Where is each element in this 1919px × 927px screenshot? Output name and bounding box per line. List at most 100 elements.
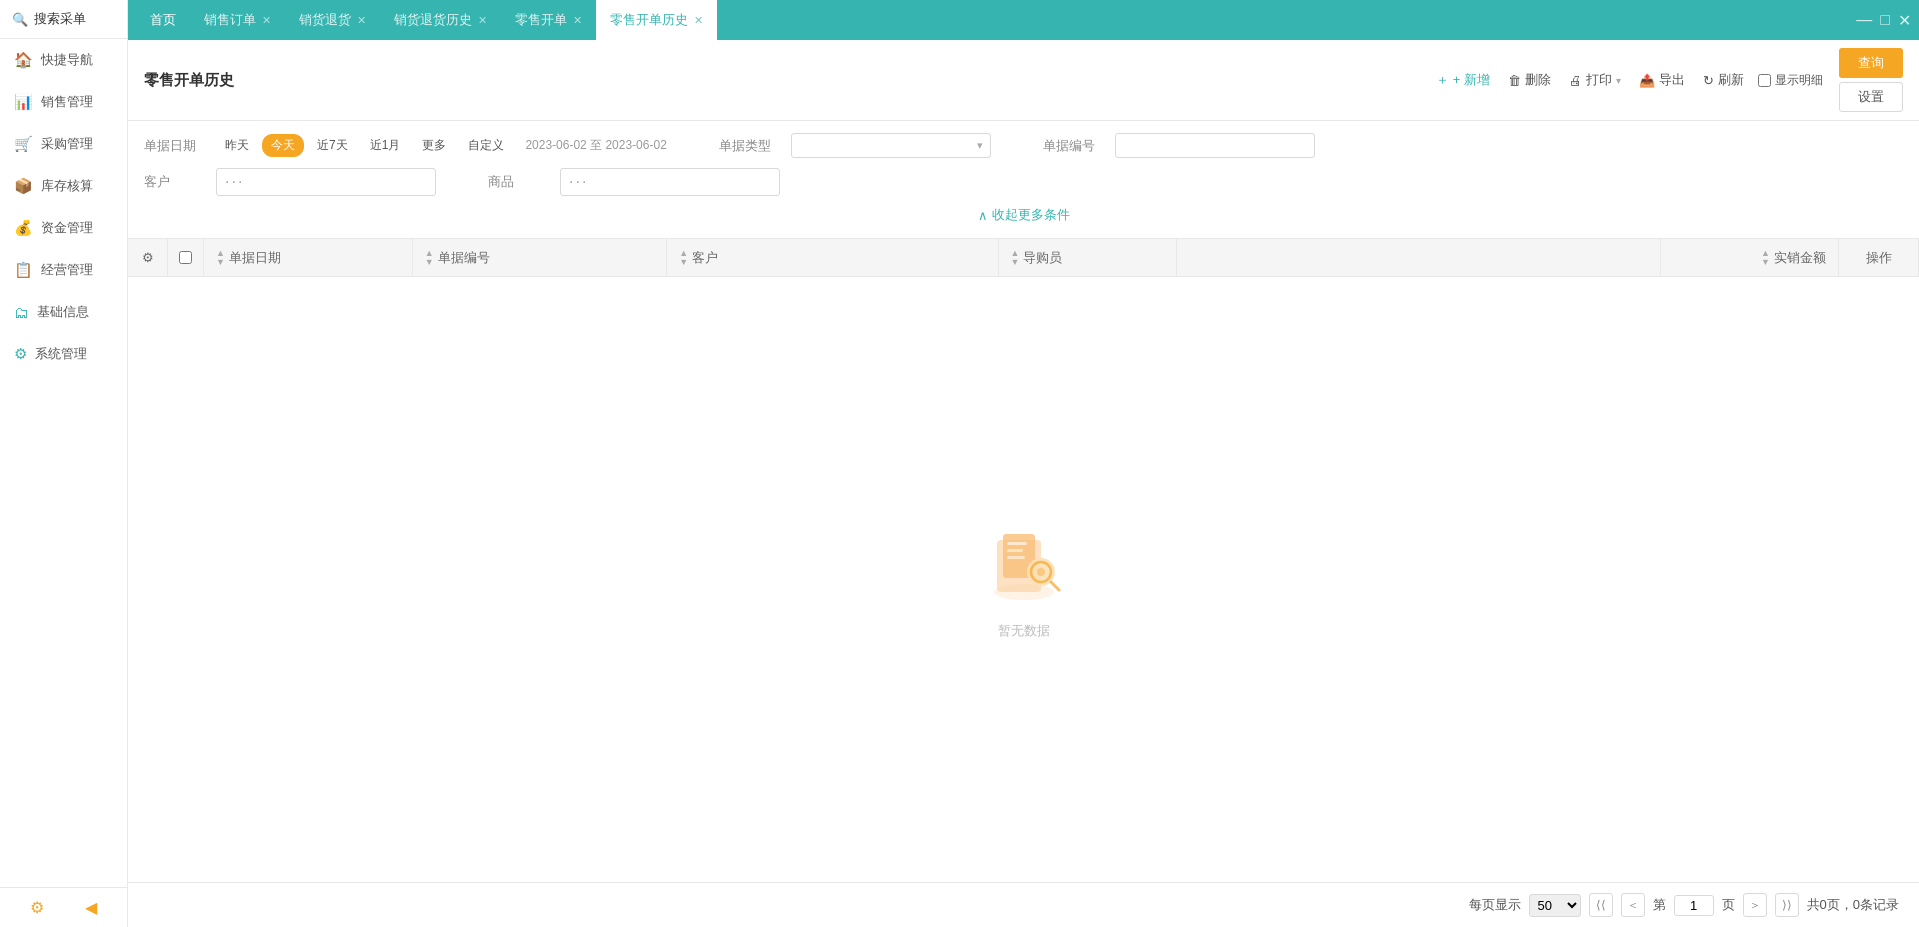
sidebar-search[interactable]: 🔍 搜索采单 (0, 0, 127, 39)
tab-home[interactable]: 首页 (136, 0, 190, 40)
refresh-icon: ↻ (1703, 73, 1714, 88)
tab-sales-return[interactable]: 销货退货✕ (285, 0, 380, 40)
last-page-button[interactable]: ⟩⟩ (1775, 893, 1799, 917)
maximize-icon[interactable]: □ (1880, 11, 1890, 29)
tab-sales-return-history[interactable]: 销货退货历史✕ (380, 0, 501, 40)
guide-sort-icon[interactable]: ▲▼ (1011, 249, 1020, 267)
query-button[interactable]: 查询 (1839, 48, 1903, 78)
date-buttons: 昨天 今天 近7天 近1月 更多 自定义 (216, 134, 513, 157)
th-guide: ▲▼ 导购员 (999, 239, 1177, 277)
tab-label-home: 首页 (150, 11, 176, 29)
goods-input[interactable]: ··· (560, 168, 780, 196)
minimize-icon[interactable]: — (1856, 11, 1872, 29)
collapse-button[interactable]: ∧ 收起更多条件 (144, 206, 1903, 224)
sidebar: 🔍 搜索采单 🏠快捷导航📊销售管理🛒采购管理📦库存核算💰资金管理📋经营管理 🗂 基础… (0, 0, 128, 927)
export-icon: 📤 (1639, 73, 1655, 88)
sidebar-item-quick-nav[interactable]: 🏠快捷导航 (0, 39, 127, 81)
sidebar-icon-basic-info: 🗂 (14, 304, 29, 321)
amount-sort-icon[interactable]: ▲▼ (1761, 249, 1770, 267)
doc-type-select[interactable] (791, 133, 991, 158)
page-label: 第 (1653, 896, 1666, 914)
page-number-input[interactable] (1674, 895, 1714, 916)
th-check[interactable] (168, 239, 204, 277)
table-header: ⚙ ▲▼ 单据日期 ▲▼ 单据编号 ▲▼ 客户 ▲▼ (128, 239, 1919, 277)
svg-rect-4 (1007, 549, 1023, 552)
doc-type-select-wrap: ▾ (791, 133, 991, 158)
display-detail-toggle[interactable]: 显示明细 (1758, 72, 1823, 89)
goods-dots: ··· (569, 173, 588, 191)
doc-num-input[interactable] (1115, 133, 1315, 158)
tab-retail-open[interactable]: 零售开单✕ (501, 0, 596, 40)
sidebar-icon-sales-mgmt: 📊 (14, 93, 33, 111)
sidebar-collapse-icon[interactable]: ◀ (85, 898, 97, 917)
print-icon: 🖨 (1569, 73, 1582, 88)
per-page-label: 每页显示 (1469, 896, 1521, 914)
sidebar-item-business[interactable]: 📋经营管理 (0, 249, 127, 291)
tab-close-sales-return[interactable]: ✕ (357, 14, 366, 27)
date-7days[interactable]: 近7天 (308, 134, 357, 157)
display-detail-checkbox[interactable] (1758, 74, 1771, 87)
sidebar-icon-sys-mgmt: ⚙ (14, 345, 27, 363)
print-button[interactable]: 🖨 打印 ▾ (1565, 69, 1625, 91)
empty-illustration (979, 520, 1069, 610)
date-more[interactable]: 更多 (413, 134, 455, 157)
sidebar-label-quick-nav: 快捷导航 (41, 51, 93, 69)
th-amount: ▲▼ 实销金额 (1661, 239, 1839, 277)
sidebar-item-purchase-mgmt[interactable]: 🛒采购管理 (0, 123, 127, 165)
goods-label: 商品 (488, 173, 548, 191)
window-buttons: — □ ✕ (1856, 11, 1911, 30)
sidebar-icon-business: 📋 (14, 261, 33, 279)
tab-close-retail-open[interactable]: ✕ (573, 14, 582, 27)
date-range-display: 2023-06-02 至 2023-06-02 (525, 137, 666, 154)
tab-close-retail-history[interactable]: ✕ (694, 14, 703, 27)
th-operation: 操作 (1839, 239, 1919, 277)
sidebar-item-inventory[interactable]: 📦库存核算 (0, 165, 127, 207)
sidebar-item-sales-mgmt[interactable]: 📊销售管理 (0, 81, 127, 123)
next-page-button[interactable]: ＞ (1743, 893, 1767, 917)
num-sort-icon[interactable]: ▲▼ (425, 249, 434, 267)
date-custom[interactable]: 自定义 (459, 134, 513, 157)
customer-sort-icon[interactable]: ▲▼ (679, 249, 688, 267)
tab-sales-order[interactable]: 销售订单✕ (190, 0, 285, 40)
settings-button[interactable]: 设置 (1839, 82, 1903, 112)
th-gear[interactable]: ⚙ (128, 239, 168, 277)
tab-retail-history[interactable]: 零售开单历史✕ (596, 0, 717, 40)
date-today[interactable]: 今天 (262, 134, 304, 157)
content-area: 单据日期 昨天 今天 近7天 近1月 更多 自定义 2023-06-02 至 2… (128, 121, 1919, 927)
sidebar-item-finance[interactable]: 💰资金管理 (0, 207, 127, 249)
delete-icon: 🗑 (1508, 73, 1521, 88)
sidebar-settings-icon[interactable]: ⚙ (30, 898, 44, 917)
tab-close-sales-return-history[interactable]: ✕ (478, 14, 487, 27)
tab-close-sales-order[interactable]: ✕ (262, 14, 271, 27)
prev-page-button[interactable]: ＜ (1621, 893, 1645, 917)
sidebar-icon-purchase-mgmt: 🛒 (14, 135, 33, 153)
th-guide-label: 导购员 (1023, 249, 1062, 267)
date-1month[interactable]: 近1月 (361, 134, 410, 157)
delete-button[interactable]: 🗑 删除 (1504, 69, 1555, 91)
filter-row-2: 客户 ··· 商品 ··· (144, 168, 1903, 196)
main-area: 首页销售订单✕销货退货✕销货退货历史✕零售开单✕零售开单历史✕ — □ ✕ 零售… (128, 0, 1919, 927)
customer-dots: ··· (225, 173, 244, 191)
date-label: 单据日期 (144, 137, 204, 155)
sidebar-item-basic-info[interactable]: 🗂 基础信息 (0, 291, 127, 333)
add-button[interactable]: ＋ + 新增 (1432, 69, 1494, 91)
export-button[interactable]: 📤 导出 (1635, 69, 1689, 91)
page-title: 零售开单历史 (144, 71, 1424, 90)
close-window-icon[interactable]: ✕ (1898, 11, 1911, 30)
date-yesterday[interactable]: 昨天 (216, 134, 258, 157)
sidebar-search-label: 搜索采单 (34, 10, 86, 28)
select-all-checkbox[interactable] (179, 251, 192, 264)
sidebar-item-sys-mgmt[interactable]: ⚙系统管理 (0, 333, 127, 375)
svg-point-9 (1037, 568, 1045, 576)
th-customer-label: 客户 (692, 249, 718, 267)
first-page-button[interactable]: ⟨⟨ (1589, 893, 1613, 917)
per-page-select[interactable]: 50 10 20 100 (1529, 894, 1581, 917)
doc-num-label: 单据编号 (1043, 137, 1103, 155)
pagination: 每页显示 50 10 20 100 ⟨⟨ ＜ 第 页 ＞ ⟩⟩ 共0页，0条记录 (128, 882, 1919, 927)
date-sort-icon[interactable]: ▲▼ (216, 249, 225, 267)
customer-input[interactable]: ··· (216, 168, 436, 196)
sidebar-label-basic-info: 基础信息 (37, 303, 89, 321)
refresh-button[interactable]: ↻ 刷新 (1699, 69, 1748, 91)
page-unit: 页 (1722, 896, 1735, 914)
filter-row-1: 单据日期 昨天 今天 近7天 近1月 更多 自定义 2023-06-02 至 2… (144, 133, 1903, 158)
